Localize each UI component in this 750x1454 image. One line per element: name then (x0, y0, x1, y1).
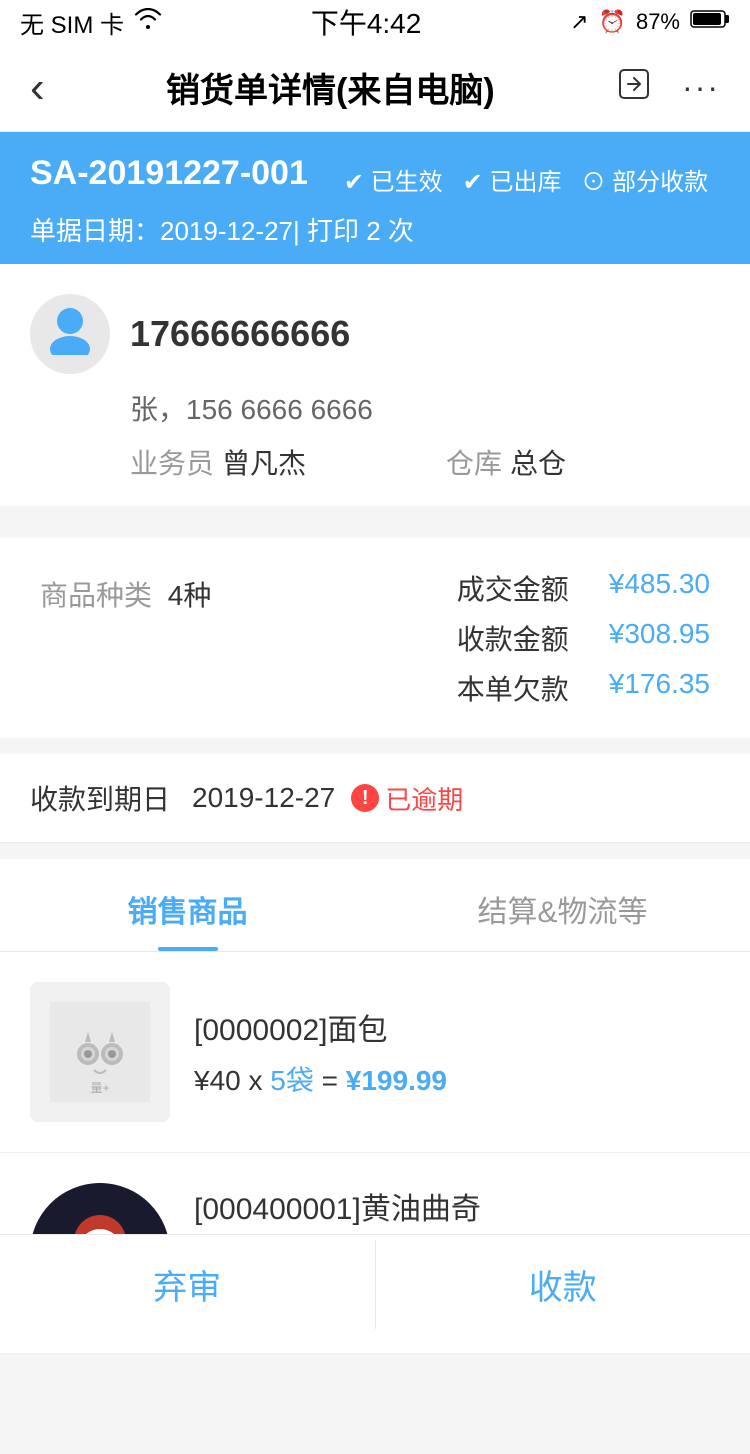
collection-row: 收款金额 ¥308.95 (457, 618, 710, 658)
bottom-bar: 弃审 收款 (0, 1234, 750, 1334)
alarm-icon: ⏰ (599, 9, 626, 35)
price-total-1: ¥199.99 (346, 1065, 447, 1096)
product-placeholder-icon-1: 量+ (50, 1002, 150, 1102)
sales-info: 业务员曾凡杰 (130, 442, 306, 482)
price-eq-1: = (314, 1065, 346, 1096)
customer-detail: 张，156 6666 6666 (130, 388, 720, 428)
badge-partial: ⊙ 部分收款 (581, 162, 708, 197)
due-section: 收款到期日 2019-12-27 ! 已逾期 (0, 754, 750, 843)
sales-label: 业务员 (130, 448, 214, 479)
collection-label: 收款金额 (457, 618, 569, 658)
collect-payment-button[interactable]: 收款 (376, 1240, 750, 1329)
wifi-icon (134, 8, 162, 37)
price-base-1: ¥40 x (194, 1065, 270, 1096)
warehouse-info: 仓库总仓 (446, 442, 566, 482)
nav-bar: ‹ 销货单详情(来自电脑) ··· (0, 44, 750, 132)
product-price-1: ¥40 x 5袋 = ¥199.99 (194, 1059, 720, 1099)
divider-1 (0, 522, 750, 538)
product-id-2: [000400001] (194, 1193, 361, 1226)
divider-3 (0, 843, 750, 859)
category-value: 4种 (168, 580, 212, 611)
status-time: 下午4:42 (311, 2, 422, 42)
print-info: | 打印 2 次 (293, 216, 414, 246)
battery-text: 87% (636, 9, 680, 35)
debt-label: 本单欠款 (457, 668, 569, 708)
header-badges: ✔ 已生效 ✔ 已出库 ⊙ 部分收款 (344, 162, 708, 197)
badge-shipped: ✔ 已出库 (463, 162, 562, 197)
badge-effective: ✔ 已生效 (344, 162, 443, 197)
customer-phone: 17666666666 (130, 313, 350, 355)
stats-left: 商品种类 4种 (40, 568, 211, 614)
customer-section: 17666666666 张，156 6666 6666 业务员曾凡杰 仓库总仓 (0, 264, 750, 506)
due-label: 收款到期日 (30, 778, 170, 818)
warehouse-label: 仓库 (446, 448, 502, 479)
debt-row: 本单欠款 ¥176.35 (457, 668, 710, 708)
product-name-1: [0000002]面包 (194, 1005, 720, 1049)
debt-value: ¥176.35 (609, 668, 710, 708)
svg-text:量+: 量+ (90, 1081, 109, 1095)
stats-section: 商品种类 4种 成交金额 ¥485.30 收款金额 ¥308.95 本单欠款 ¥… (0, 538, 750, 738)
share-icon[interactable] (616, 66, 652, 110)
tab-settlement-label: 结算&物流等 (477, 896, 647, 929)
battery-icon (690, 8, 730, 36)
category-label: 商品种类 (40, 580, 152, 611)
overdue-badge: ! 已逾期 (351, 780, 463, 817)
tab-settlement[interactable]: 结算&物流等 (375, 859, 750, 951)
bottom-spacer (0, 1354, 750, 1454)
tabs-section: 销售商品 结算&物流等 (0, 859, 750, 952)
header-banner: SA-20191227-001 ✔ 已生效 ✔ 已出库 ⊙ 部分收款 单据日期：… (0, 132, 750, 264)
more-icon[interactable]: ··· (682, 69, 720, 106)
date-label: 单据日期： (30, 216, 160, 246)
order-id: SA-20191227-001 (30, 154, 308, 193)
price-qty-1: 5袋 (270, 1065, 314, 1096)
collection-value: ¥308.95 (609, 618, 710, 658)
product-title-2: 黄油曲奇 (361, 1193, 481, 1226)
product-name-2: [000400001]黄油曲奇 (194, 1184, 720, 1228)
warehouse-name: 总仓 (510, 448, 566, 479)
avatar (30, 294, 110, 374)
customer-meta: 业务员曾凡杰 仓库总仓 (130, 442, 720, 482)
sales-name: 曾凡杰 (222, 448, 306, 479)
tab-sales-label: 销售商品 (128, 896, 248, 929)
cancel-review-button[interactable]: 弃审 (0, 1240, 376, 1329)
amount-value: ¥485.30 (609, 568, 710, 608)
tab-sales-products[interactable]: 销售商品 (0, 859, 375, 951)
order-date: 2019-12-27 (160, 216, 293, 246)
amount-row: 成交金额 ¥485.30 (457, 568, 710, 608)
amount-label: 成交金额 (457, 568, 569, 608)
overdue-icon: ! (351, 784, 379, 812)
product-image-1: 量+ (30, 982, 170, 1122)
status-bar: 无 SIM 卡 下午4:42 ↗ ⏰ 87% (0, 0, 750, 44)
avatar-icon (43, 301, 97, 368)
due-date: 2019-12-27 (192, 782, 335, 814)
status-right: ↗ ⏰ 87% (570, 8, 730, 36)
customer-row: 17666666666 (30, 294, 720, 374)
product-item: 量+ [0000002]面包 ¥40 x 5袋 = ¥199.99 (0, 952, 750, 1153)
header-date: 单据日期：2019-12-27| 打印 2 次 (30, 211, 720, 248)
overdue-label: 已逾期 (385, 780, 463, 817)
product-id-1: [0000002] (194, 1014, 327, 1047)
back-button[interactable]: ‹ (30, 63, 45, 113)
stats-right: 成交金额 ¥485.30 收款金额 ¥308.95 本单欠款 ¥176.35 (457, 568, 710, 708)
cancel-review-label: 弃审 (153, 1269, 221, 1307)
product-info-1: [0000002]面包 ¥40 x 5袋 = ¥199.99 (194, 1005, 720, 1099)
product-title-1: 面包 (327, 1014, 387, 1047)
status-left: 无 SIM 卡 (20, 5, 162, 40)
location-icon: ↗ (570, 9, 588, 35)
nav-actions: ··· (616, 66, 720, 110)
carrier-text: 无 SIM 卡 (20, 5, 124, 40)
collect-payment-label: 收款 (529, 1269, 597, 1307)
divider-2 (0, 738, 750, 754)
page-title: 销货单详情(来自电脑) (166, 63, 495, 112)
